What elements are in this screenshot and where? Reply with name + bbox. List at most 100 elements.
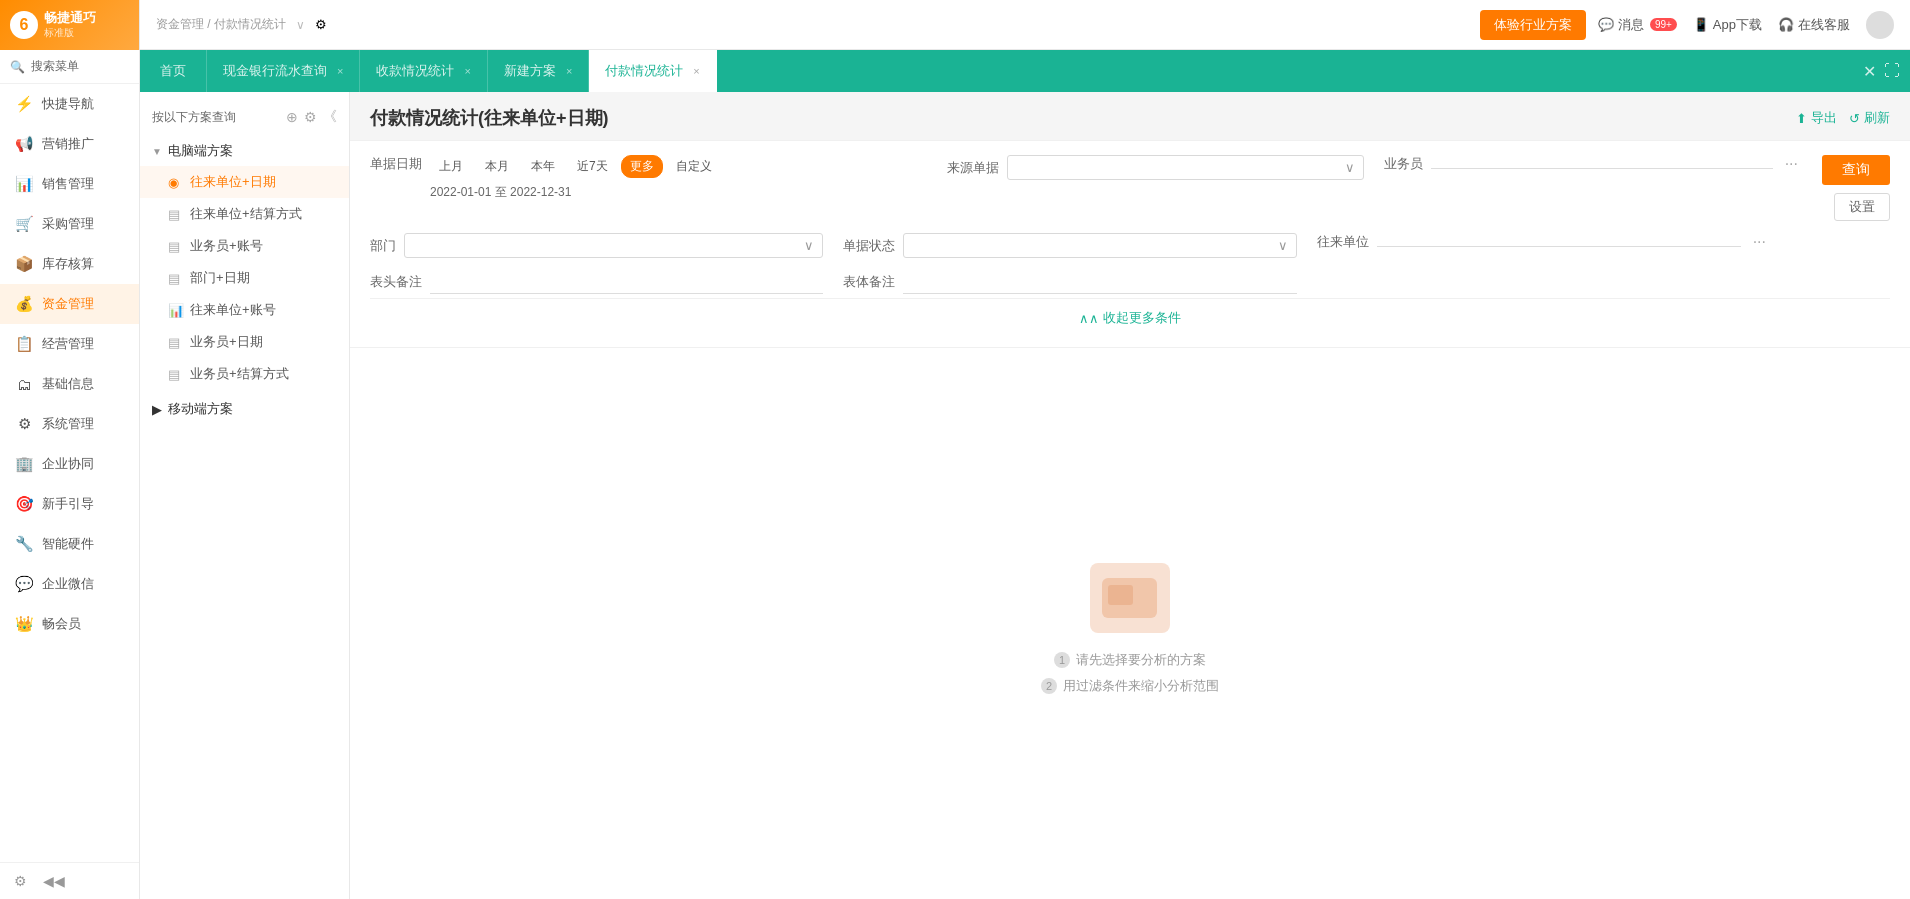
scheme-item-label: 往来单位+结算方式 [190,205,302,223]
marketing-icon: 📢 [14,134,34,154]
partner-dots-btn[interactable]: ··· [1749,233,1770,251]
voucher-status-label: 单据状态 [843,237,895,255]
search-menu[interactable]: 🔍 搜索菜单 [0,50,139,84]
table-head-note-input[interactable] [430,270,823,294]
btn-this_year[interactable]: 本年 [522,155,564,178]
sidebar-item-member[interactable]: 👑 畅会员 [0,604,139,644]
tab-payment_stats[interactable]: 付款情况统计 × [589,50,716,92]
query-btn[interactable]: 查询 [1822,155,1890,185]
scheme-item-staff_date[interactable]: ▤ 业务员+日期 [140,326,349,358]
pc-scheme-group-title[interactable]: ▼ 电脑端方案 [140,136,349,166]
sidebar-item-hardware[interactable]: 🔧 智能硬件 [0,524,139,564]
mobile-group-arrow: ▶ [152,402,162,417]
voucher-status-select[interactable]: ∨ [903,233,1296,258]
tab-home[interactable]: 首页 [140,50,207,92]
sidebar-item-enterprise[interactable]: 🏢 企业协同 [0,444,139,484]
sidebar-item-label: 销售管理 [42,175,94,193]
export-btn[interactable]: ⬆ 导出 [1796,109,1837,127]
hardware-icon: 🔧 [14,534,34,554]
filter-area: 单据日期 上月 本月 本年 近7天 更多 自定义 2022-01-01 至 20… [350,141,1910,348]
system-icon: ⚙ [14,414,34,434]
tab-receipt_stats[interactable]: 收款情况统计 × [360,50,487,92]
user-avatar[interactable] [1866,11,1894,39]
scheme-settings-btn[interactable]: ⚙ [304,109,317,125]
tab-cash_flow-close[interactable]: × [337,65,343,77]
expand-tab-btn[interactable]: ⛶ [1884,62,1900,80]
mobile-scheme-group-title[interactable]: ▶ 移动端方案 [140,394,349,424]
tab-receipt_stats-close[interactable]: × [464,65,470,77]
scheme-item-dept_date[interactable]: ▤ 部门+日期 [140,262,349,294]
filter-settings-btn[interactable]: 设置 [1834,193,1890,221]
left-panel: 按以下方案查询 ⊕ ⚙ 《 ▼ 电脑端方案 ◉ 往来单位+日期 ▤ 往来单位+结… [140,92,350,899]
topbar-gear-icon[interactable]: ⚙ [315,17,327,32]
tab-payment_stats-close[interactable]: × [693,65,699,77]
wechat-icon: 💬 [14,574,34,594]
sidebar-item-label: 企业微信 [42,575,94,593]
scheme-item-staff_account[interactable]: ▤ 业务员+账号 [140,230,349,262]
empty-state-icon [1080,553,1180,633]
enterprise-icon: 🏢 [14,454,34,474]
page-header-actions: ⬆ 导出 ↺ 刷新 [1796,109,1890,127]
btn-custom[interactable]: 自定义 [667,155,721,178]
collapse-panel-btn[interactable]: 《 [323,108,337,126]
table-body-note-input[interactable] [903,270,1296,294]
collapse-sidebar-btn[interactable]: ◀◀ [43,873,65,889]
btn-this_month[interactable]: 本月 [476,155,518,178]
collapse-arrow-icon: ∧∧ [1079,311,1099,326]
sidebar-item-basic[interactable]: 🗂 基础信息 [0,364,139,404]
tab-cash_flow[interactable]: 现金银行流水查询 × [207,50,360,92]
app-download-action[interactable]: 📱 App下载 [1693,16,1762,34]
add-scheme-btn[interactable]: ⊕ [286,109,298,125]
source-doc-select[interactable]: ∨ [1007,155,1365,180]
tab-new_scheme-close[interactable]: × [566,65,572,77]
btn-more[interactable]: 更多 [621,155,663,178]
breadcrumb-chevron: ∨ [296,18,305,32]
sidebar-item-sales[interactable]: 📊 销售管理 [0,164,139,204]
sidebar-item-label: 营销推广 [42,135,94,153]
collapse-bar[interactable]: ∧∧ 收起更多条件 [370,298,1890,337]
btn-last_month[interactable]: 上月 [430,155,472,178]
app-logo: 6 畅捷通巧 标准版 [0,0,139,50]
dept-select[interactable]: ∨ [404,233,823,258]
app-download-label: App下载 [1713,16,1762,34]
trial-btn[interactable]: 体验行业方案 [1480,10,1586,40]
scheme-item-staff_settle[interactable]: ▤ 业务员+结算方式 [140,358,349,390]
sidebar-item-label: 采购管理 [42,215,94,233]
voucher-date-label: 单据日期 [370,155,422,173]
sidebar-item-label: 快捷导航 [42,95,94,113]
partner-select[interactable] [1377,238,1741,247]
sidebar-item-label: 畅会员 [42,615,81,633]
sidebar-item-inventory[interactable]: 📦 库存核算 [0,244,139,284]
inventory-icon: 📦 [14,254,34,274]
sidebar-item-purchase[interactable]: 🛒 采购管理 [0,204,139,244]
staff-select[interactable] [1431,160,1772,169]
scheme-item-partner_account[interactable]: 📊 往来单位+账号 [140,294,349,326]
sidebar-item-marketing[interactable]: 📢 营销推广 [0,124,139,164]
sidebar-item-wechat[interactable]: 💬 企业微信 [0,564,139,604]
scheme-icon: ▤ [168,367,184,382]
refresh-btn[interactable]: ↺ 刷新 [1849,109,1890,127]
close-all-tabs-btn[interactable]: ✕ [1863,62,1876,81]
sidebar-item-guide[interactable]: 🎯 新手引导 [0,484,139,524]
sidebar-item-system[interactable]: ⚙ 系统管理 [0,404,139,444]
sidebar-item-operation[interactable]: 📋 经营管理 [0,324,139,364]
page-title: 付款情况统计(往来单位+日期) [370,106,609,130]
messages-action[interactable]: 💬 消息 99+ [1598,16,1677,34]
settings-footer-btn[interactable]: ⚙ [14,873,27,889]
table-body-note-label: 表体备注 [843,273,895,291]
sales-icon: 📊 [14,174,34,194]
sidebar-item-quick_nav[interactable]: ⚡ 快捷导航 [0,84,139,124]
scheme-item-partner_settle[interactable]: ▤ 往来单位+结算方式 [140,198,349,230]
sidebar-item-label: 基础信息 [42,375,94,393]
operation-icon: 📋 [14,334,34,354]
pc-scheme-group: ▼ 电脑端方案 ◉ 往来单位+日期 ▤ 往来单位+结算方式 ▤ 业务员+账号 ▤ [140,136,349,390]
mobile-group-label: 移动端方案 [168,400,233,418]
online-service-action[interactable]: 🎧 在线客服 [1778,16,1850,34]
filter-row-3: 表头备注 表体备注 [370,270,1890,294]
btn-last7days[interactable]: 近7天 [568,155,617,178]
staff-dots-btn[interactable]: ··· [1781,155,1802,173]
search-menu-label: 搜索菜单 [31,58,79,75]
sidebar-item-finance[interactable]: 💰 资金管理 [0,284,139,324]
tab-new_scheme[interactable]: 新建方案 × [488,50,589,92]
scheme-item-partner_date[interactable]: ◉ 往来单位+日期 [140,166,349,198]
